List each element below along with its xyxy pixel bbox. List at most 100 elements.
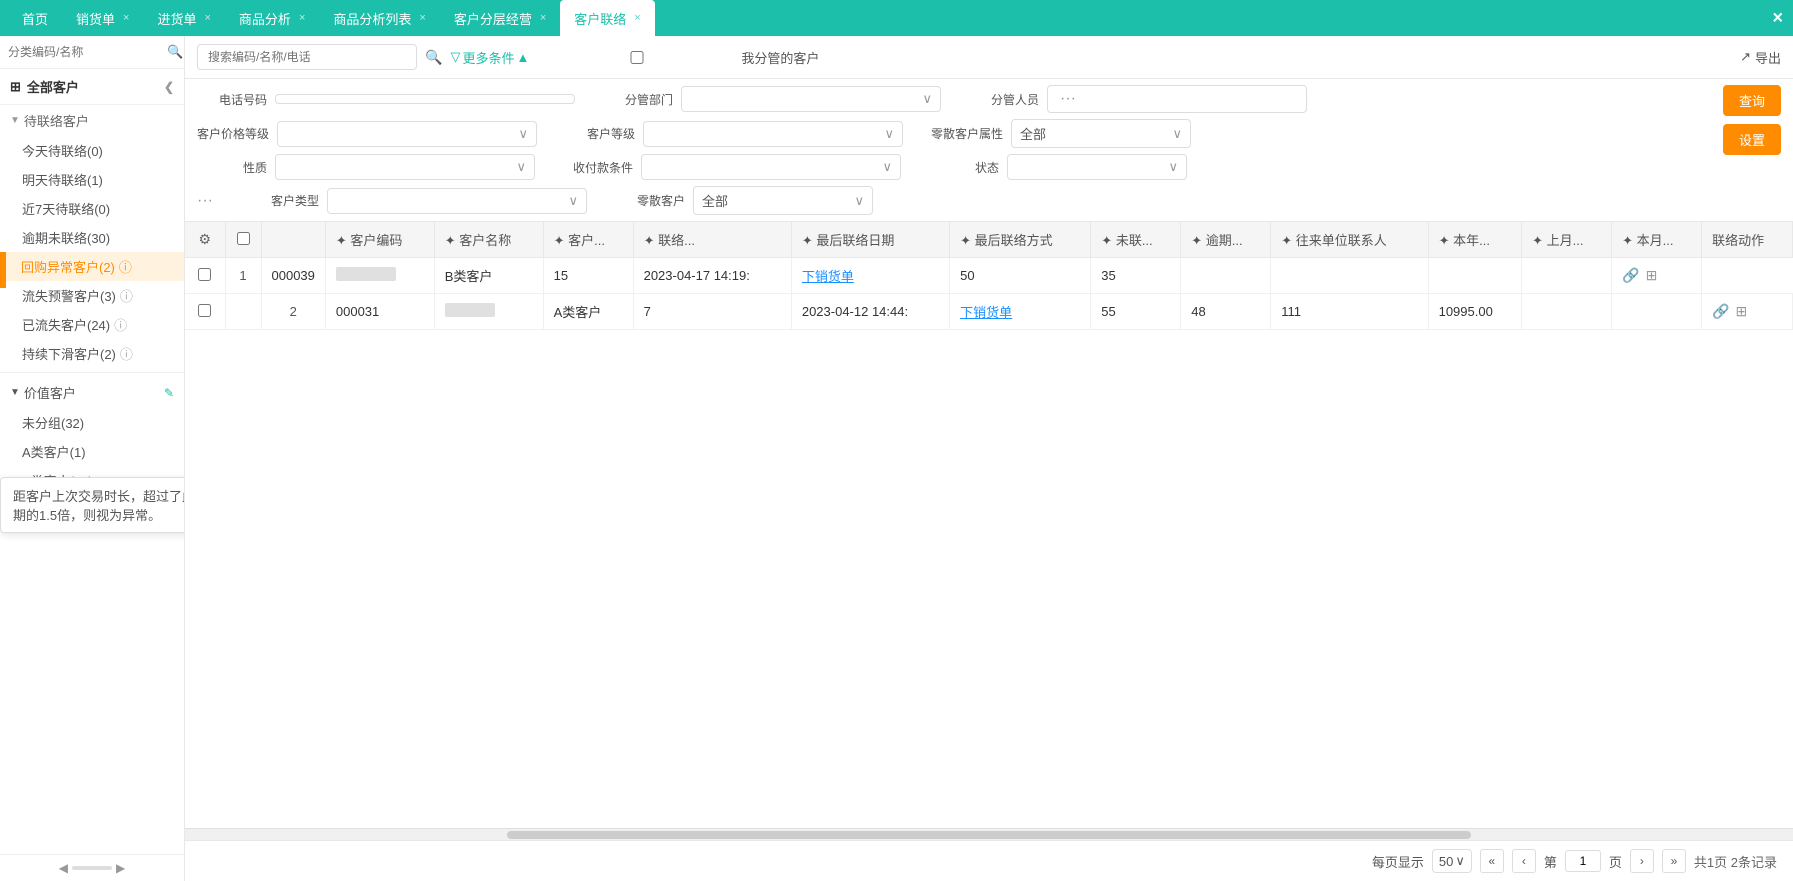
row2-last-method[interactable]: 下销货单 [950,294,1091,330]
prev-page-button[interactable]: ‹ [1512,849,1536,873]
row2-action-link-icon[interactable]: 🔗 [1712,303,1729,320]
row1-contact-count: 15 [543,258,633,294]
sidebar-a-class[interactable]: A类客户(1) [0,437,184,466]
row2-this-year: 10995.00 [1428,294,1522,330]
row1-action-grid-icon[interactable]: ⊞ [1646,267,1658,284]
row2-action-grid-icon[interactable]: ⊞ [1736,303,1748,320]
column-settings-button[interactable]: ⚙ [198,231,211,248]
last-page-button[interactable]: » [1662,849,1686,873]
row1-last-method[interactable]: 下销货单 [791,258,949,294]
sidebar-today-pending[interactable]: 今天待联络(0) [0,136,184,165]
col-last-date[interactable]: ✦ 最后联络日期 [791,222,949,258]
col-last-month[interactable]: ✦ 上月... [1522,222,1612,258]
row4-dots[interactable]: ··· [197,192,213,210]
sidebar-ungroup[interactable]: 未分组(32) [0,408,184,437]
row2-code: 000031 [325,294,434,330]
sidebar-collapse-btn[interactable]: ❮ [164,80,174,94]
price-grade-select[interactable]: ∨ [277,121,537,147]
page-label: 第 [1544,852,1557,871]
sidebar-7day-pending[interactable]: 近7天待联络(0) [0,194,184,223]
per-page-select[interactable]: 50 ∨ [1432,849,1472,873]
dept-select[interactable]: ∨ [681,86,941,112]
manager-select[interactable]: ··· [1047,85,1307,113]
value-edit-icon[interactable]: ✎ [164,386,174,400]
col-unit-contacts[interactable]: ✦ 往来单位联系人 [1271,222,1428,258]
manager-dots[interactable]: ··· [1060,90,1076,108]
query-button[interactable]: 查询 [1723,85,1781,116]
sidebar-all-customers[interactable]: ⊞ 全部客户 ❮ [0,69,184,105]
export-button[interactable]: ↗ 导出 [1740,48,1781,67]
col-checkbox[interactable] [225,222,261,258]
sidebar-repurchase-anomaly[interactable]: 回购异常客户(2) ⓘ [0,252,184,281]
phone-input[interactable] [275,94,575,104]
search-input[interactable] [197,44,417,70]
search-button[interactable]: 🔍 [425,49,442,66]
close-all-tabs[interactable]: × [1772,8,1783,29]
nav-analysis[interactable]: 商品分析 × [225,0,319,36]
sidebar-search-icon[interactable]: 🔍 [167,44,183,60]
sidebar-scroll-left[interactable]: ◀ [59,861,68,875]
nav-purchase[interactable]: 进货单 × [143,0,224,36]
row2-checkbox-cell [185,294,225,330]
value-arrow-icon: ▼ [10,387,20,398]
nav-analysis-close[interactable]: × [299,12,305,24]
settings-button[interactable]: 设置 [1723,124,1781,155]
sidebar-value-group[interactable]: ▼ 价值客户 ✎ [0,377,184,408]
customer-grade-select[interactable]: ∨ [643,121,903,147]
my-customer-checkbox[interactable] [537,51,737,64]
my-customer-toggle[interactable]: 我分管的客户 [537,48,819,67]
sidebar-declining-customers[interactable]: 持续下滑客户(2) ⓘ [0,339,184,368]
select-all-checkbox[interactable] [237,232,250,245]
first-page-button[interactable]: « [1480,849,1504,873]
status-select[interactable]: ∨ [1007,154,1187,180]
col-category[interactable]: ✦ 客户... [543,222,633,258]
row1-method-link[interactable]: 下销货单 [802,269,854,284]
col-settings[interactable]: ⚙ [185,222,225,258]
col-this-month[interactable]: ✦ 本月... [1612,222,1702,258]
nav-purchase-close[interactable]: × [204,12,210,24]
row2-method-link[interactable]: 下销货单 [960,305,1012,320]
col-code[interactable]: ✦ 客户编码 [325,222,434,258]
nav-customer-seg-close[interactable]: × [540,12,546,24]
sidebar-scroll-right[interactable]: ▶ [116,861,125,875]
page-number-input[interactable] [1565,850,1601,872]
sidebar-lapse-warning[interactable]: 流失预警客户(3) ⓘ [0,281,184,310]
row1-checkbox[interactable] [198,268,211,281]
sidebar-pending-group[interactable]: ▼ 待联络客户 [0,105,184,136]
nav-home[interactable]: 首页 [8,0,62,36]
nav-analysis-list-close[interactable]: × [419,12,425,24]
data-table-container: ⚙ ✦ 客户编码 ✦ 客户名称 [185,222,1793,828]
nav-customer-contact-close[interactable]: × [634,12,640,24]
dept-label: 分管部门 [603,91,673,108]
col-last-method[interactable]: ✦ 最后联络方式 [950,222,1091,258]
row1-overdue: 35 [1091,258,1181,294]
nav-sales[interactable]: 销货单 × [62,0,143,36]
sidebar-overdue-pending[interactable]: 逾期未联络(30) [0,223,184,252]
col-this-year[interactable]: ✦ 本年... [1428,222,1522,258]
row1-action-link-icon[interactable]: 🔗 [1622,267,1639,284]
scatter-customer-select[interactable]: 全部 ∨ [693,186,873,215]
price-grade-label: 客户价格等级 [197,125,269,142]
nature-select[interactable]: ∨ [275,154,535,180]
sidebar-lapsed-customers[interactable]: 已流失客户(24) ⓘ [0,310,184,339]
customer-type-select[interactable]: ∨ [327,188,587,214]
nav-analysis-list[interactable]: 商品分析列表 × [319,0,439,36]
filter-row-1: 电话号码 分管部门 ∨ 分管人员 ··· [197,85,1711,113]
nav-sales-close[interactable]: × [123,12,129,24]
payment-select[interactable]: ∨ [641,154,901,180]
nav-customer-contact[interactable]: 客户联络 × [560,0,654,36]
sidebar-search-input[interactable] [8,45,163,59]
col-overdue[interactable]: ✦ 逾期... [1181,222,1271,258]
next-page-button[interactable]: › [1630,849,1654,873]
more-conditions-btn[interactable]: ▽ 更多条件 ▲ [450,48,529,67]
sidebar-tomorrow-pending[interactable]: 明天待联络(1) [0,165,184,194]
col-contact-count[interactable]: ✦ 联络... [633,222,791,258]
scatter-attr-select[interactable]: 全部 ∨ [1011,119,1191,148]
horizontal-scrollbar[interactable] [185,828,1793,840]
filter-action-buttons: 查询 设置 [1723,85,1781,155]
col-name[interactable]: ✦ 客户名称 [434,222,543,258]
col-not-contact[interactable]: ✦ 未联... [1091,222,1181,258]
sidebar-scroll-indicator: ◀ ▶ [59,861,125,875]
nav-customer-seg[interactable]: 客户分层经营 × [440,0,560,36]
row2-checkbox[interactable] [198,304,211,317]
